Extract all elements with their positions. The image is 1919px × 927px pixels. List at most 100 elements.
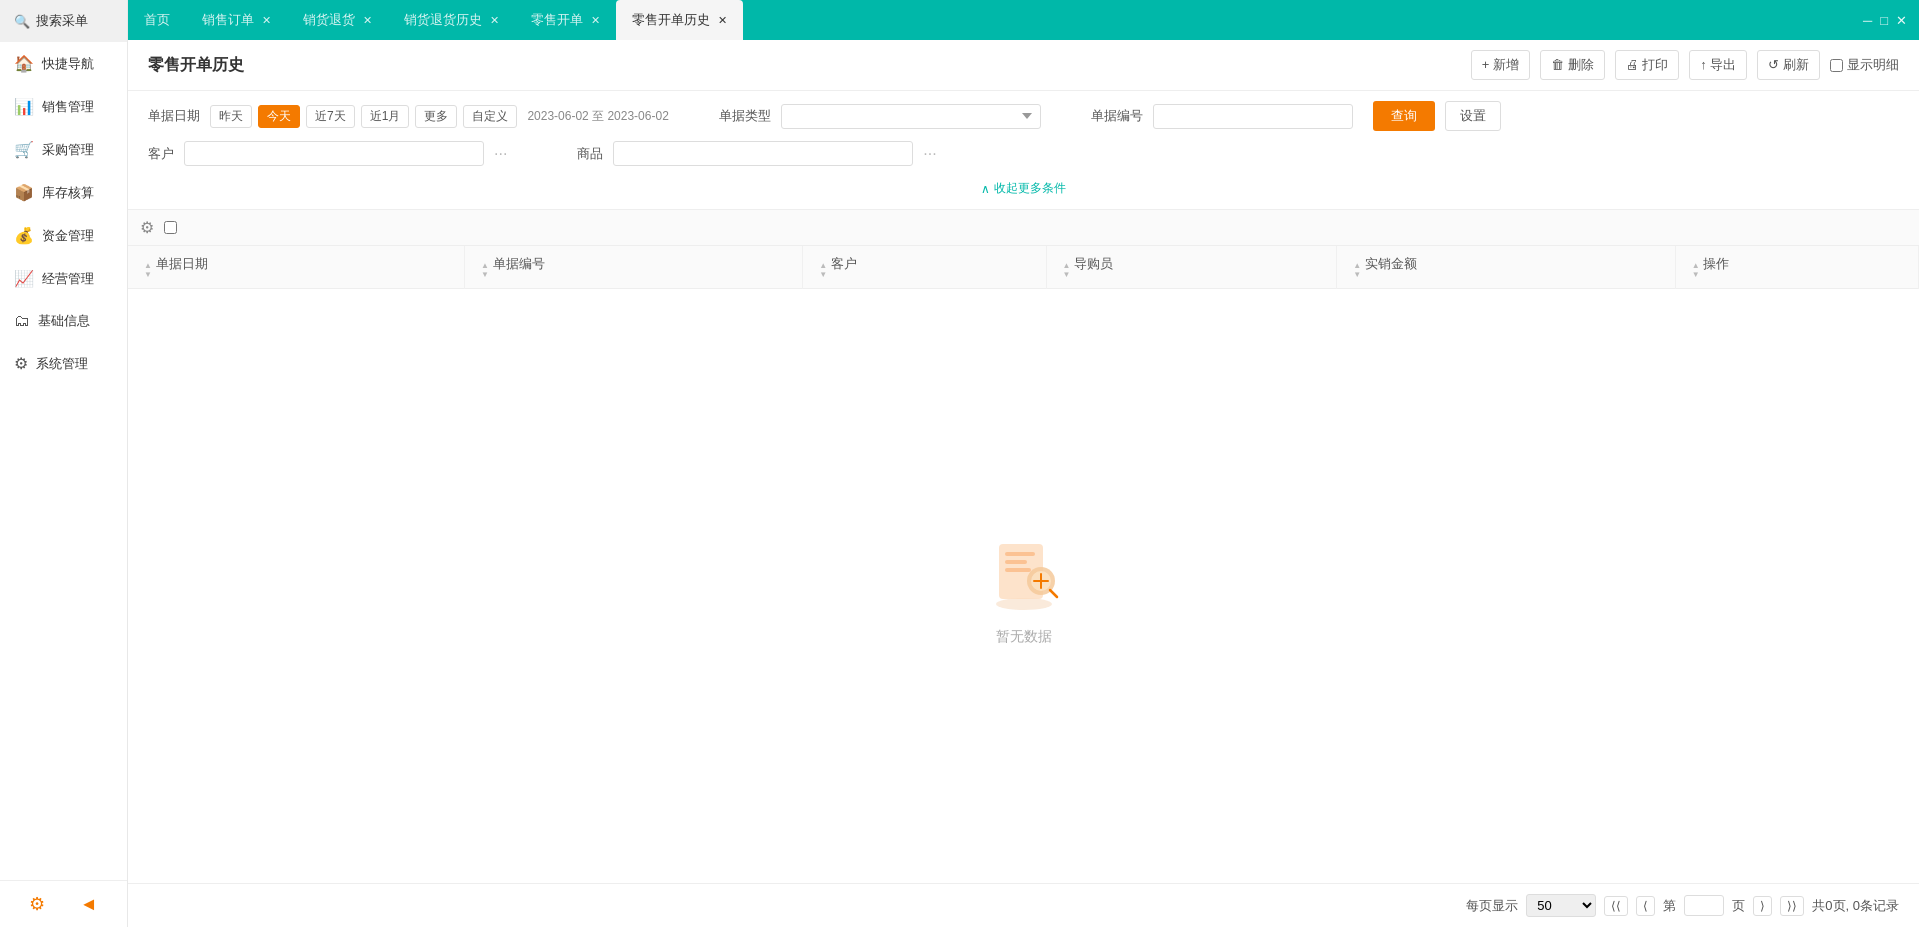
query-button[interactable]: 查询 [1373, 101, 1435, 131]
sidebar-item-sales-mgmt[interactable]: 📊销售管理 [0, 85, 127, 128]
sidebar-item-quick-nav[interactable]: 🏠快捷导航 [0, 42, 127, 85]
data-table: ▲▼ 单据日期▲▼ 单据编号▲▼ 客户▲▼ 导购员▲▼ 实销金额▲▼ 操作 [128, 246, 1919, 289]
col-guide: ▲▼ 导购员 [1046, 246, 1337, 289]
export-button[interactable]: ↑ 导出 [1689, 50, 1747, 80]
sidebar-label-system: 系统管理 [36, 355, 88, 373]
last-page-button[interactable]: ⟩⟩ [1780, 896, 1804, 916]
close-button[interactable]: ✕ [1896, 13, 1907, 28]
date-btn-yesterday[interactable]: 昨天 [210, 105, 252, 128]
sidebar-settings-icon[interactable]: ⚙ [29, 893, 45, 915]
date-filter-label: 单据日期 [148, 107, 200, 125]
filter-row-2: 客户 ··· 商品 ··· [148, 141, 1899, 166]
sidebar-icon-operation: 📈 [14, 269, 34, 288]
date-btn-custom[interactable]: 自定义 [463, 105, 517, 128]
sort-icon-amount[interactable]: ▲▼ [1353, 261, 1361, 279]
col-date: ▲▼ 单据日期 [128, 246, 464, 289]
tab-retail-open-history[interactable]: 零售开单历史✕ [616, 0, 743, 40]
sort-icon-action[interactable]: ▲▼ [1692, 261, 1700, 279]
date-btn-last_month[interactable]: 近1月 [361, 105, 410, 128]
customer-dots[interactable]: ··· [494, 145, 507, 163]
page-size-select[interactable]: 50 100 200 [1526, 894, 1596, 917]
pagination: 每页显示 50 100 200 ⟨⟨ ⟨ 第 1 页 ⟩ ⟩⟩ 共0页, 0条记… [128, 883, 1919, 927]
svg-line-9 [1050, 590, 1057, 597]
tab-sales-order[interactable]: 销售订单✕ [186, 0, 287, 40]
date-btn-today[interactable]: 今天 [258, 105, 300, 128]
number-input[interactable] [1153, 104, 1353, 129]
sidebar-search[interactable]: 🔍 搜索采单 [0, 0, 127, 42]
sidebar-label-quick-nav: 快捷导航 [42, 55, 94, 73]
sidebar-item-basic-info[interactable]: 🗂基础信息 [0, 300, 127, 342]
col-customer: ▲▼ 客户 [803, 246, 1046, 289]
tab-close-sales-return[interactable]: ✕ [363, 14, 372, 27]
page-word: 第 [1663, 897, 1676, 915]
tab-label-sales-return: 销货退货 [303, 11, 355, 29]
tab-retail-open[interactable]: 零售开单 ✕ [515, 0, 616, 40]
maximize-button[interactable]: □ [1880, 13, 1888, 28]
first-page-button[interactable]: ⟨⟨ [1604, 896, 1628, 916]
select-all-checkbox[interactable] [164, 221, 177, 234]
add-button[interactable]: + 新增 [1471, 50, 1530, 80]
minimize-button[interactable]: ─ [1863, 13, 1872, 28]
next-page-button[interactable]: ⟩ [1753, 896, 1772, 916]
refresh-button[interactable]: ↺ 刷新 [1757, 50, 1820, 80]
print-button[interactable]: 🖨 打印 [1615, 50, 1680, 80]
sidebar-icon-finance: 💰 [14, 226, 34, 245]
tab-label-home: 首页 [144, 11, 170, 29]
sidebar-item-purchase-mgmt[interactable]: 🛒采购管理 [0, 128, 127, 171]
sidebar-label-sales-mgmt: 销售管理 [42, 98, 94, 116]
goods-input[interactable] [613, 141, 913, 166]
table-head: ▲▼ 单据日期▲▼ 单据编号▲▼ 客户▲▼ 导购员▲▼ 实销金额▲▼ 操作 [128, 246, 1919, 289]
sidebar-label-finance: 资金管理 [42, 227, 94, 245]
collapse-bar[interactable]: ∧ 收起更多条件 [148, 176, 1899, 205]
date-btn-more[interactable]: 更多 [415, 105, 457, 128]
sidebar-item-operation[interactable]: 📈经营管理 [0, 257, 127, 300]
tab-home[interactable]: 首页 [128, 0, 186, 40]
svg-rect-2 [1005, 552, 1035, 556]
tab-sales-return-history[interactable]: 销货退货历史✕ [388, 0, 515, 40]
col-number: ▲▼ 单据编号 [464, 246, 802, 289]
sidebar-search-label: 搜索采单 [36, 12, 88, 30]
tab-close-retail-open[interactable]: ✕ [591, 14, 600, 27]
page-number-input[interactable]: 1 [1684, 895, 1724, 916]
sort-icon-customer[interactable]: ▲▼ [819, 261, 827, 279]
sort-icon-number[interactable]: ▲▼ [481, 261, 489, 279]
table-settings-icon[interactable]: ⚙ [140, 218, 154, 237]
sidebar: 🔍 搜索采单 🏠快捷导航📊销售管理🛒采购管理📦库存核算 💰 资金管理 📈经营管理🗂基础… [0, 0, 128, 927]
prev-page-button[interactable]: ⟨ [1636, 896, 1655, 916]
table-toolbar: ⚙ [128, 210, 1919, 246]
sidebar-label-inventory: 库存核算 [42, 184, 94, 202]
page-size-label: 每页显示 [1466, 897, 1518, 915]
col-action: ▲▼ 操作 [1675, 246, 1918, 289]
sidebar-icon-basic-info: 🗂 [14, 312, 30, 330]
date-buttons: 昨天今天近7天近1月更多自定义 [210, 105, 517, 128]
sidebar-icon-system: ⚙ [14, 354, 28, 373]
show-detail-input[interactable] [1830, 59, 1843, 72]
tab-close-retail-open-history[interactable]: ✕ [718, 14, 727, 27]
show-detail-checkbox[interactable]: 显示明细 [1830, 56, 1899, 74]
tab-close-sales-return-history[interactable]: ✕ [490, 14, 499, 27]
customer-input[interactable] [184, 141, 484, 166]
sidebar-bottom: ⚙ ◄ [0, 880, 127, 927]
sidebar-collapse-icon[interactable]: ◄ [80, 894, 98, 915]
goods-filter-label: 商品 [577, 145, 603, 163]
goods-dots[interactable]: ··· [923, 145, 936, 163]
date-btn-last7[interactable]: 近7天 [306, 105, 355, 128]
tab-close-sales-order[interactable]: ✕ [262, 14, 271, 27]
page-label: 页 [1732, 897, 1745, 915]
collapse-icon: ∧ [981, 182, 990, 196]
sidebar-item-inventory[interactable]: 📦库存核算 [0, 171, 127, 214]
main-area: 首页销售订单✕销货退货✕销货退货历史✕零售开单✕零售开单历史✕ ─ □ ✕ 零售… [128, 0, 1919, 927]
sort-icon-date[interactable]: ▲▼ [144, 261, 152, 279]
empty-icon [979, 526, 1069, 616]
delete-button[interactable]: 🗑 删除 [1540, 50, 1605, 80]
collapse-label: 收起更多条件 [994, 180, 1066, 197]
table-area: ⚙ ▲▼ 单据日期▲▼ 单据编号▲▼ 客户▲▼ 导购员▲▼ 实销金额▲▼ 操作 [128, 210, 1919, 883]
sort-icon-guide[interactable]: ▲▼ [1063, 261, 1071, 279]
settings-button[interactable]: 设置 [1445, 101, 1501, 131]
sidebar-item-system[interactable]: ⚙ 系统管理 [0, 342, 127, 385]
tab-sales-return[interactable]: 销货退货 ✕ [287, 0, 388, 40]
sidebar-item-finance[interactable]: 💰 资金管理 [0, 214, 127, 257]
tab-label-retail-open: 零售开单 [531, 11, 583, 29]
svg-rect-4 [1005, 568, 1031, 572]
type-select[interactable] [781, 104, 1041, 129]
